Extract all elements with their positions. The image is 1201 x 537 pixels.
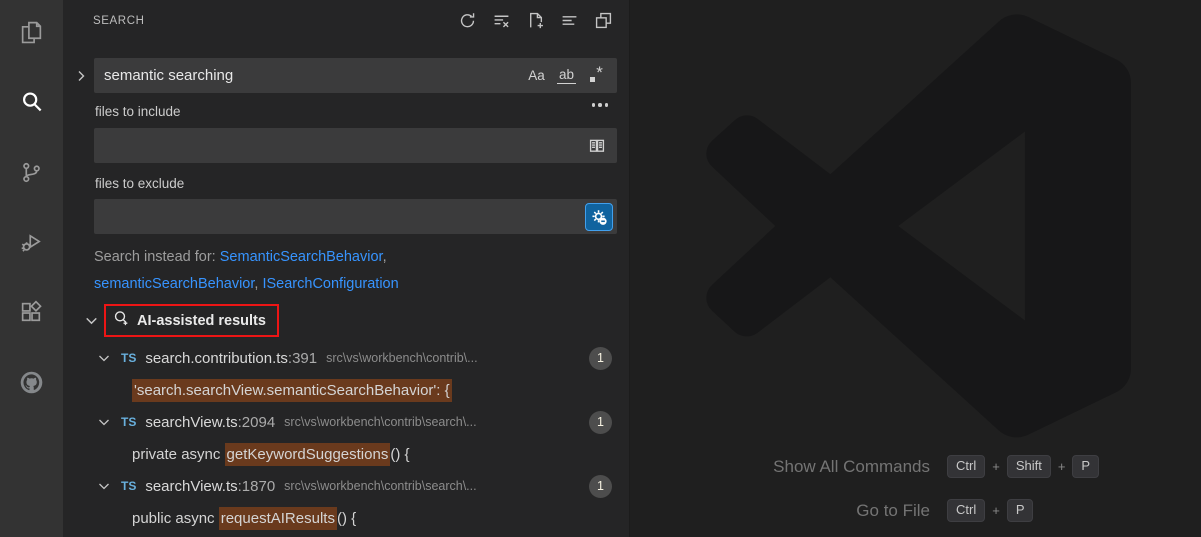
clear-search-results-icon[interactable] [489, 8, 513, 32]
line-number: :1870 [237, 477, 276, 495]
refresh-icon[interactable] [455, 8, 479, 32]
message-prefix: Search instead for: [94, 249, 220, 265]
file-result-row[interactable]: TS searchView.ts:1870 src\vs\workbench\c… [63, 470, 629, 502]
search-options: Aa ab * [525, 63, 608, 87]
match-count-badge: 1 [589, 474, 612, 498]
files-to-include-input[interactable] [94, 128, 585, 163]
run-debug-icon[interactable] [0, 214, 63, 270]
keycap: P [1072, 455, 1100, 478]
match-highlight: 'search.searchView.semanticSearchBehavio… [132, 378, 452, 402]
keyboard-shortcuts-watermark: Show All Commands Ctrl + Shift + P Go to… [630, 455, 1201, 522]
search-message: Search instead for: SemanticSearchBehavi… [94, 249, 399, 292]
shortcut-row: Show All Commands Ctrl + Shift + P [630, 455, 1201, 478]
file-path: src\vs\workbench\contrib\search\... [284, 479, 477, 493]
activity-bar [0, 0, 63, 537]
search-suggestion-link-1[interactable]: SemanticSearchBehavior [220, 249, 383, 265]
file-path: src\vs\workbench\contrib\... [326, 351, 478, 365]
ai-results-header-row[interactable]: AI-assisted results [63, 303, 629, 339]
search-results-tree: TS search.contribution.ts:391 src\vs\wor… [63, 342, 629, 534]
editor-area: Show All Commands Ctrl + Shift + P Go to… [630, 0, 1201, 537]
chevron-down-icon[interactable] [96, 414, 112, 430]
file-result-row[interactable]: TS search.contribution.ts:391 src\vs\wor… [63, 342, 629, 374]
chevron-down-icon[interactable] [96, 350, 112, 366]
search-sidebar: SEARCH semantic searching Aa ab * files … [63, 0, 630, 537]
annotation-red-box: AI-assisted results [104, 304, 279, 337]
match-count-badge: 1 [589, 346, 612, 370]
extensions-icon[interactable] [0, 284, 63, 340]
typescript-file-icon: TS [121, 351, 137, 365]
vscode-logo-watermark [706, 14, 1132, 438]
files-to-include-label: files to include [95, 104, 181, 119]
line-number: :391 [287, 349, 318, 367]
search-suggestion-link-3[interactable]: ISearchConfiguration [262, 276, 398, 292]
file-result-row[interactable]: TS searchView.ts:2094 src\vs\workbench\c… [63, 406, 629, 438]
typescript-file-icon: TS [121, 479, 137, 493]
ai-results-label: AI-assisted results [137, 312, 266, 329]
toggle-search-details-icon[interactable] [587, 97, 613, 113]
search-sparkle-icon [113, 310, 130, 332]
files-to-exclude-label: files to exclude [95, 176, 185, 191]
toggle-replace-chevron-icon[interactable] [69, 64, 92, 87]
open-new-search-editor-icon[interactable] [523, 8, 547, 32]
file-name: searchView.ts [145, 413, 238, 431]
open-book-icon[interactable] [585, 134, 609, 158]
match-result-row[interactable]: 'search.searchView.semanticSearchBehavio… [63, 374, 629, 406]
chevron-down-icon[interactable] [96, 478, 112, 494]
file-name: searchView.ts [145, 477, 238, 495]
exclude-settings-gear-icon[interactable] [585, 202, 613, 231]
keycap: Shift [1006, 455, 1051, 478]
match-result-row[interactable]: private async getKeywordSuggestions() { [63, 438, 629, 470]
search-input[interactable] [94, 58, 525, 93]
match-count-badge: 1 [589, 410, 612, 434]
search-suggestion-link-2[interactable]: semanticSearchBehavior [94, 276, 254, 292]
panel-actions [455, 8, 615, 32]
collapse-all-icon[interactable] [591, 8, 615, 32]
regex-icon[interactable]: * [585, 63, 608, 87]
keycap: P [1006, 499, 1034, 522]
files-to-exclude-box [94, 199, 617, 234]
shortcut-label: Show All Commands [773, 456, 930, 476]
keycap: Ctrl [947, 499, 986, 522]
source-control-icon[interactable] [0, 144, 63, 200]
keycap: Ctrl [947, 455, 986, 478]
file-name: search.contribution.ts [145, 349, 288, 367]
match-highlight: requestAIResults [218, 506, 337, 530]
line-number: :2094 [237, 413, 276, 431]
search-query-box: Aa ab * [94, 58, 617, 93]
match-highlight: getKeywordSuggestions [224, 442, 391, 466]
panel-title: SEARCH [93, 15, 145, 27]
shortcut-label: Go to File [856, 500, 930, 520]
chevron-down-icon[interactable] [83, 312, 100, 334]
search-icon[interactable] [0, 74, 63, 130]
shortcut-row: Go to File Ctrl + P [630, 499, 1201, 522]
files-to-include-box [94, 128, 617, 163]
github-icon[interactable] [0, 354, 63, 410]
typescript-file-icon: TS [121, 415, 137, 429]
files-icon[interactable] [0, 4, 63, 60]
expand-all-icon[interactable] [557, 8, 581, 32]
match-case-icon[interactable]: Aa [525, 64, 548, 87]
vscode-window: SEARCH semantic searching Aa ab * files … [0, 0, 1201, 537]
match-result-row[interactable]: public async requestAIResults() { [63, 502, 629, 534]
files-to-exclude-input[interactable] [94, 199, 585, 234]
file-path: src\vs\workbench\contrib\search\... [284, 415, 477, 429]
whole-word-icon[interactable]: ab [555, 64, 578, 87]
